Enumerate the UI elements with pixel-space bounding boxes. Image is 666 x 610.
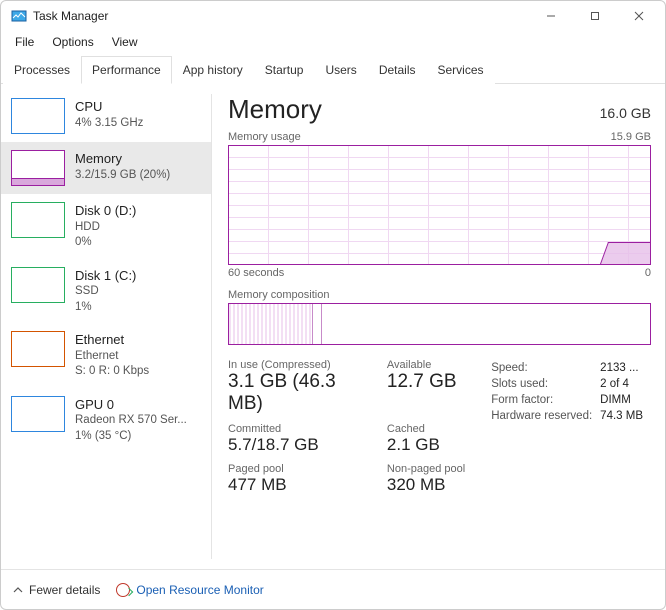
sidebar-item-label: Disk 1 (C:) <box>75 267 136 285</box>
title-bar: Task Manager <box>1 1 665 31</box>
tab-users[interactable]: Users <box>314 56 367 84</box>
sidebar-item-label: Disk 0 (D:) <box>75 202 136 220</box>
hw-value: DIMM <box>600 393 649 407</box>
hardware-table: Speed:2133 ... Slots used:2 of 4 Form fa… <box>489 359 651 495</box>
tab-bar: Processes Performance App history Startu… <box>1 55 665 84</box>
open-resource-monitor-link[interactable]: Open Resource Monitor <box>116 583 263 597</box>
ethernet-thumb-icon <box>11 331 65 367</box>
window-title: Task Manager <box>33 9 108 23</box>
sidebar-item-label: Ethernet <box>75 331 149 349</box>
graph2-label: Memory composition <box>228 289 329 301</box>
page-title: Memory <box>228 94 322 125</box>
graph-label-right: 15.9 GB <box>611 131 651 143</box>
hw-label: Hardware reserved: <box>491 409 598 423</box>
tab-performance[interactable]: Performance <box>81 56 172 84</box>
disk-thumb-icon <box>11 202 65 238</box>
sidebar-item-label: Memory <box>75 150 170 168</box>
hw-label: Speed: <box>491 361 598 375</box>
memory-total: 16.0 GB <box>600 105 651 121</box>
sidebar-item-label: CPU <box>75 98 143 116</box>
sidebar-item-stat2: 0% <box>75 235 136 251</box>
tab-services[interactable]: Services <box>427 56 495 84</box>
menu-file[interactable]: File <box>7 33 42 51</box>
stat-value: 3.1 GB (46.3 MB) <box>228 371 361 415</box>
maximize-button[interactable] <box>573 1 617 31</box>
gpu-thumb-icon <box>11 396 65 432</box>
sidebar-item-memory[interactable]: Memory 3.2/15.9 GB (20%) <box>1 142 211 194</box>
minimize-button[interactable] <box>529 1 573 31</box>
stat-label: Available <box>387 359 465 371</box>
chevron-up-icon <box>13 585 23 595</box>
stat-label: Committed <box>228 423 361 435</box>
sidebar-item-stat: Radeon RX 570 Ser... <box>75 413 187 429</box>
stat-value: 477 MB <box>228 475 361 495</box>
sidebar-item-stat2: 1% (35 °C) <box>75 429 187 445</box>
tab-app-history[interactable]: App history <box>172 56 254 84</box>
footer: Fewer details Open Resource Monitor <box>1 569 665 609</box>
hw-value: 2 of 4 <box>600 377 649 391</box>
stat-label: In use (Compressed) <box>228 359 361 371</box>
tab-processes[interactable]: Processes <box>3 56 81 84</box>
sidebar-item-stat: 4% 3.15 GHz <box>75 116 143 132</box>
graph-axis-left: 60 seconds <box>228 267 284 279</box>
memory-usage-chart <box>228 145 651 265</box>
memory-thumb-icon <box>11 150 65 186</box>
sidebar-item-ethernet[interactable]: Ethernet Ethernet S: 0 R: 0 Kbps <box>1 323 211 388</box>
sidebar-item-gpu0[interactable]: GPU 0 Radeon RX 570 Ser... 1% (35 °C) <box>1 388 211 453</box>
graph-axis-right: 0 <box>645 267 651 279</box>
stat-label: Non-paged pool <box>387 463 465 475</box>
stat-value: 5.7/18.7 GB <box>228 435 361 455</box>
fewer-details-button[interactable]: Fewer details <box>13 583 100 597</box>
disk-thumb-icon <box>11 267 65 303</box>
menu-options[interactable]: Options <box>44 33 101 51</box>
sidebar-item-disk1[interactable]: Disk 1 (C:) SSD 1% <box>1 259 211 324</box>
sidebar-item-cpu[interactable]: CPU 4% 3.15 GHz <box>1 90 211 142</box>
tab-startup[interactable]: Startup <box>254 56 315 84</box>
cpu-thumb-icon <box>11 98 65 134</box>
sidebar-item-stat2: S: 0 R: 0 Kbps <box>75 364 149 380</box>
stat-value: 2.1 GB <box>387 435 465 455</box>
graph-label-left: Memory usage <box>228 131 301 143</box>
stat-label: Cached <box>387 423 465 435</box>
menu-bar: File Options View <box>1 31 665 55</box>
resource-monitor-icon <box>116 583 130 597</box>
stat-value: 320 MB <box>387 475 465 495</box>
sidebar-item-stat2: 1% <box>75 300 136 316</box>
sidebar-item-stat: Ethernet <box>75 349 149 365</box>
hw-label: Slots used: <box>491 377 598 391</box>
stat-label: Paged pool <box>228 463 361 475</box>
sidebar-item-disk0[interactable]: Disk 0 (D:) HDD 0% <box>1 194 211 259</box>
memory-composition-chart <box>228 303 651 345</box>
fewer-details-label: Fewer details <box>29 583 100 597</box>
resource-sidebar: CPU 4% 3.15 GHz Memory 3.2/15.9 GB (20%)… <box>1 84 211 569</box>
hw-value: 74.3 MB <box>600 409 649 423</box>
resource-monitor-label: Open Resource Monitor <box>136 583 263 597</box>
main-panel: Memory 16.0 GB Memory usage 15.9 GB 60 s… <box>212 84 665 569</box>
sidebar-item-stat: HDD <box>75 220 136 236</box>
menu-view[interactable]: View <box>104 33 146 51</box>
stat-value: 12.7 GB <box>387 371 465 393</box>
tab-details[interactable]: Details <box>368 56 427 84</box>
app-icon <box>11 8 27 24</box>
close-button[interactable] <box>617 1 661 31</box>
sidebar-item-stat: 3.2/15.9 GB (20%) <box>75 168 170 184</box>
hw-value: 2133 ... <box>600 361 649 375</box>
sidebar-item-stat: SSD <box>75 284 136 300</box>
sidebar-item-label: GPU 0 <box>75 396 187 414</box>
hw-label: Form factor: <box>491 393 598 407</box>
